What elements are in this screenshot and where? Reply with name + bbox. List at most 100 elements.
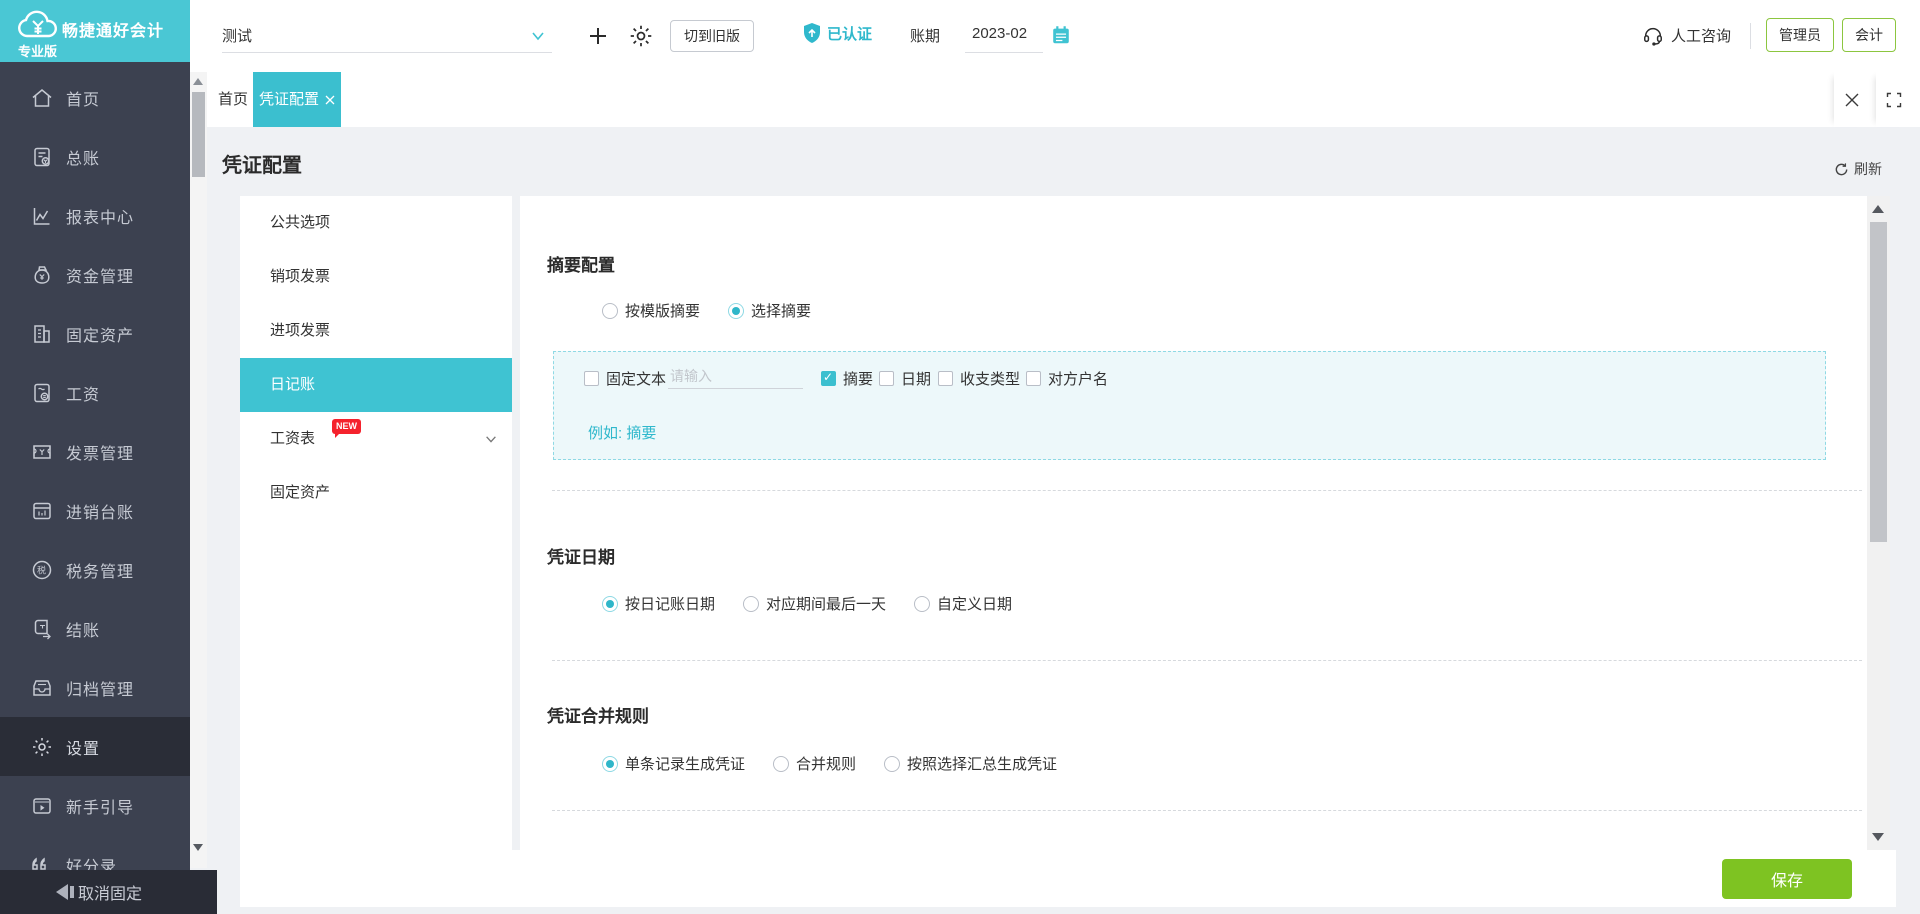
headset-icon: [1642, 24, 1664, 46]
section-divider: [552, 660, 1862, 661]
save-button[interactable]: 保存: [1722, 859, 1852, 899]
tab-close-icon[interactable]: [325, 95, 335, 105]
radio-icon[interactable]: [914, 596, 930, 612]
switch-old-version-button[interactable]: 切到旧版: [670, 20, 754, 52]
fixed-text-input[interactable]: [668, 364, 803, 389]
tab-voucher-config[interactable]: 凭证配置: [253, 72, 341, 127]
chevron-down-icon[interactable]: [530, 28, 546, 44]
subnav-payroll-sheet[interactable]: 工资表 NEW: [240, 412, 512, 466]
content-area: 凭证配置 刷新 公共选项 销项发票 进项发票 日记账 工资表 NEW 固定资产 …: [207, 127, 1920, 914]
scroll-up-arrow-icon[interactable]: [193, 78, 203, 85]
radio-icon[interactable]: [884, 756, 900, 772]
sidebar-item-home[interactable]: 首页: [0, 68, 190, 127]
settings-subnav: 公共选项 销项发票 进项发票 日记账 工资表 NEW 固定资产: [240, 196, 512, 850]
role-admin-button[interactable]: 管理员: [1766, 18, 1834, 52]
sidebar-item-invoices[interactable]: 发票管理: [0, 422, 190, 481]
window-ledger-icon: [30, 499, 54, 523]
svg-text:税: 税: [37, 564, 47, 575]
topbar-divider: [1750, 23, 1751, 49]
radio-single-record[interactable]: 单条记录生成凭证: [602, 753, 745, 774]
calendar-icon[interactable]: [1050, 24, 1072, 46]
sidebar-item-report-center[interactable]: 报表中心: [0, 186, 190, 245]
radio-summary-merge[interactable]: 按照选择汇总生成凭证: [884, 753, 1057, 774]
subnav-journal[interactable]: 日记账: [240, 358, 512, 412]
checkbox-icon[interactable]: [938, 371, 953, 386]
subnav-purchase-invoice[interactable]: 进项发票: [240, 304, 512, 358]
sidebar-item-payroll[interactable]: 工资: [0, 363, 190, 422]
radio-icon[interactable]: [773, 756, 789, 772]
refresh-icon: [1834, 162, 1849, 177]
closing-icon: [30, 617, 54, 641]
radio-journal-date[interactable]: 按日记账日期: [602, 593, 715, 614]
cloud-logo-icon: [16, 8, 60, 44]
summary-checkbox[interactable]: 摘要: [821, 368, 873, 389]
subnav-common-options[interactable]: 公共选项: [240, 196, 512, 250]
role-accountant-button[interactable]: 会计: [1842, 18, 1896, 52]
logo-block: 畅捷通好会计 专业版: [0, 0, 190, 62]
checkbox-icon[interactable]: [879, 371, 894, 386]
unpin-sidebar-button[interactable]: 取消固定: [0, 870, 217, 914]
fullscreen-button[interactable]: [1876, 72, 1912, 127]
merge-rules-radio-group: 单条记录生成凭证 合并规则 按照选择汇总生成凭证: [602, 753, 1057, 774]
chart-icon: [30, 204, 54, 228]
chevron-down-icon[interactable]: [484, 432, 498, 446]
live-support[interactable]: 人工咨询: [1642, 24, 1731, 46]
sidebar-item-archive[interactable]: 归档管理: [0, 658, 190, 717]
radio-selected-icon[interactable]: [602, 596, 618, 612]
voucher-config-form: 摘要配置 按模版摘要 选择摘要 固定文本 摘: [520, 196, 1890, 850]
sidebar-scrollbar-thumb[interactable]: [192, 92, 205, 177]
money-bag-icon: [30, 263, 54, 287]
main-scrollbar-thumb[interactable]: [1870, 222, 1887, 542]
sidebar-item-settings[interactable]: 设置: [0, 717, 190, 776]
scroll-down-arrow-icon[interactable]: [193, 844, 203, 851]
sidebar-item-tax[interactable]: 税 税务管理: [0, 540, 190, 599]
video-guide-icon: [30, 794, 54, 818]
radio-selected-icon[interactable]: [728, 303, 744, 319]
scroll-down-arrow-icon[interactable]: [1872, 833, 1884, 841]
radio-select-summary[interactable]: 选择摘要: [728, 300, 811, 321]
counterparty-checkbox[interactable]: 对方户名: [1026, 368, 1108, 389]
radio-icon[interactable]: [602, 303, 618, 319]
tax-icon: 税: [30, 558, 54, 582]
scroll-up-arrow-icon[interactable]: [1872, 205, 1884, 213]
fixed-text-checkbox[interactable]: 固定文本: [584, 368, 666, 389]
gear-icon[interactable]: [628, 23, 654, 49]
period-value[interactable]: 2023-02: [972, 25, 1027, 42]
checkbox-checked-icon[interactable]: [821, 371, 836, 386]
subnav-sales-invoice[interactable]: 销项发票: [240, 250, 512, 304]
add-account-set-icon[interactable]: [586, 24, 610, 48]
subnav-fixed-assets[interactable]: 固定资产: [240, 466, 512, 520]
tab-home[interactable]: 首页: [207, 72, 259, 127]
radio-icon[interactable]: [743, 596, 759, 612]
account-selector[interactable]: 测试: [222, 25, 252, 46]
radio-selected-icon[interactable]: [602, 756, 618, 772]
fullscreen-icon: [1886, 92, 1902, 108]
radio-merge-rule[interactable]: 合并规则: [773, 753, 856, 774]
main-scrollbar[interactable]: [1867, 196, 1890, 850]
sidebar-item-purchase-sales[interactable]: 进销台账: [0, 481, 190, 540]
refresh-button[interactable]: 刷新: [1834, 159, 1882, 179]
archive-icon: [30, 676, 54, 700]
gear-icon: [30, 735, 54, 759]
income-type-checkbox[interactable]: 收支类型: [938, 368, 1020, 389]
sidebar-item-general-ledger[interactable]: 总账: [0, 127, 190, 186]
support-label: 人工咨询: [1671, 25, 1731, 46]
radio-period-last-day[interactable]: 对应期间最后一天: [743, 593, 886, 614]
app-root: 畅捷通好会计 专业版 测试 切到旧版 已认证 账期 2023-02: [0, 0, 1920, 914]
close-all-tabs-button[interactable]: [1834, 72, 1870, 127]
certified-label: 已认证: [827, 23, 872, 44]
radio-custom-date[interactable]: 自定义日期: [914, 593, 1012, 614]
checkbox-icon[interactable]: [1026, 371, 1041, 386]
sidebar-item-closing[interactable]: 结账: [0, 599, 190, 658]
period-underline: [965, 52, 1043, 53]
radio-template-summary[interactable]: 按模版摘要: [602, 300, 700, 321]
checkbox-icon[interactable]: [584, 371, 599, 386]
sidebar-item-fixed-assets[interactable]: 固定资产: [0, 304, 190, 363]
bottom-action-bar: 保存: [240, 850, 1896, 907]
sidebar-item-funds[interactable]: 资金管理: [0, 245, 190, 304]
certified-badge[interactable]: 已认证: [802, 22, 872, 44]
sidebar-item-beginner-guide[interactable]: 新手引导: [0, 776, 190, 835]
date-checkbox[interactable]: 日期: [879, 368, 931, 389]
section-title-summary: 摘要配置: [547, 251, 615, 276]
sidebar-scrollbar[interactable]: [190, 72, 207, 868]
